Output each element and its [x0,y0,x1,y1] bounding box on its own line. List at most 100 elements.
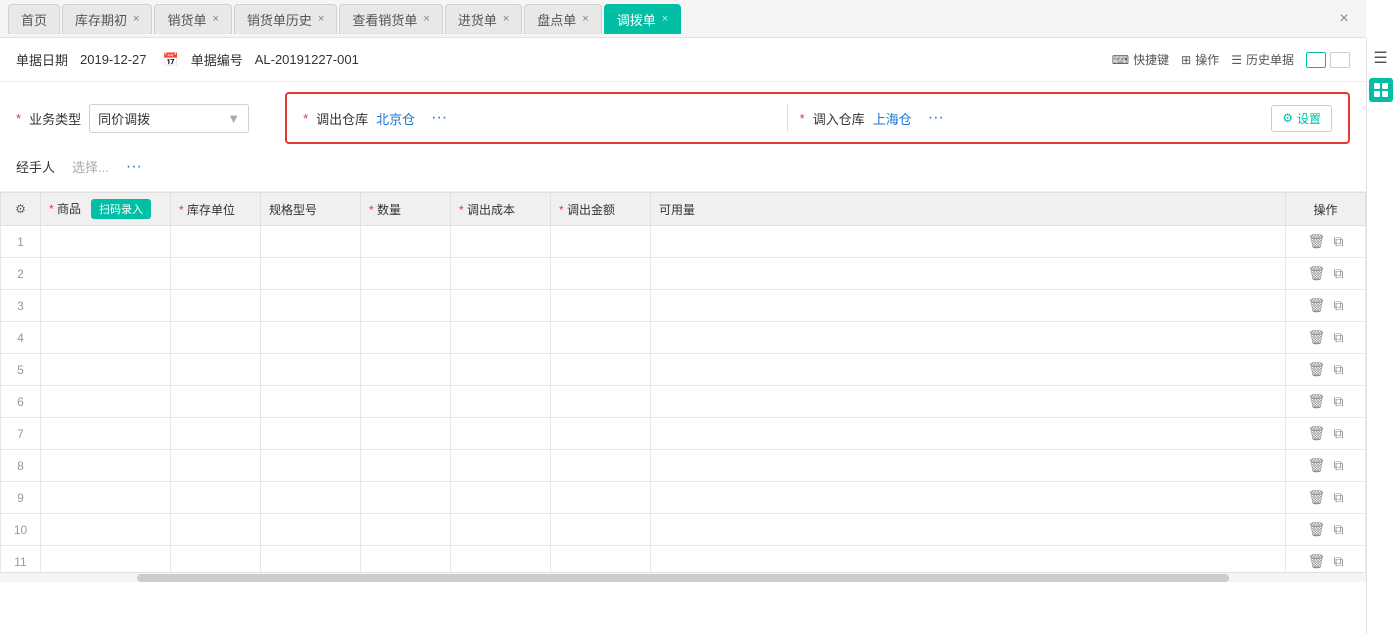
cell-qty[interactable] [361,226,451,258]
cell-available[interactable] [651,290,1286,322]
cell-available[interactable] [651,514,1286,546]
delete-icon[interactable]: 🗑 [1308,393,1326,410]
delete-icon[interactable]: 🗑 [1308,361,1326,378]
cell-cost[interactable] [451,482,551,514]
cell-product[interactable] [41,354,171,386]
horizontal-scrollbar[interactable] [0,572,1366,582]
delete-icon[interactable]: 🗑 [1308,425,1326,442]
business-type-select[interactable]: 同价调拨 ▼ [89,104,249,133]
cell-available[interactable] [651,450,1286,482]
cell-available[interactable] [651,354,1286,386]
copy-icon[interactable]: ⧉ [1333,265,1343,282]
cell-qty[interactable] [361,450,451,482]
copy-icon[interactable]: ⧉ [1333,233,1343,250]
cell-spec[interactable] [261,354,361,386]
operations-button[interactable]: ⊞ 操作 [1181,51,1219,68]
cell-available[interactable] [651,386,1286,418]
cell-available[interactable] [651,418,1286,450]
cell-product[interactable] [41,322,171,354]
person-more-button[interactable]: ··· [126,158,142,176]
warehouse-in-value[interactable]: 上海仓 [873,109,912,128]
tab-close-sales-order[interactable]: × [212,13,218,25]
tab-sales-order[interactable]: 销货单 × [154,4,231,34]
cell-unit[interactable] [171,322,261,354]
tab-close-sales-history[interactable]: × [318,13,324,25]
cell-unit[interactable] [171,290,261,322]
cell-cost[interactable] [451,322,551,354]
cell-spec[interactable] [261,450,361,482]
cell-unit[interactable] [171,226,261,258]
person-select[interactable]: 选择... [63,152,118,181]
cell-qty[interactable] [361,418,451,450]
copy-icon[interactable]: ⧉ [1333,297,1343,314]
cell-amount[interactable] [551,226,651,258]
sidebar-expand-icon[interactable] [1369,78,1393,102]
delete-icon[interactable]: 🗑 [1308,297,1326,314]
copy-icon[interactable]: ⧉ [1333,361,1343,378]
cell-spec[interactable] [261,514,361,546]
cell-spec[interactable] [261,546,361,573]
copy-icon[interactable]: ⧉ [1333,521,1343,538]
cell-spec[interactable] [261,322,361,354]
tab-close-view-sales[interactable]: × [423,13,429,25]
tab-view-sales[interactable]: 查看销货单 × [339,4,442,34]
tab-home[interactable]: 首页 [8,4,60,34]
settings-button[interactable]: ⚙ 设置 [1271,105,1332,132]
cell-product[interactable] [41,514,171,546]
cell-amount[interactable] [551,258,651,290]
cell-product[interactable] [41,482,171,514]
cell-available[interactable] [651,322,1286,354]
cell-amount[interactable] [551,386,651,418]
scroll-thumb[interactable] [137,574,1230,582]
delete-icon[interactable]: 🗑 [1308,553,1326,570]
cell-qty[interactable] [361,290,451,322]
tab-purchase-order[interactable]: 进货单 × [445,4,522,34]
tab-close-transfer[interactable]: × [662,13,668,25]
cell-unit[interactable] [171,354,261,386]
window-close-button[interactable]: × [1330,5,1358,33]
tab-inventory-count[interactable]: 盘点单 × [524,4,601,34]
cell-cost[interactable] [451,386,551,418]
cell-available[interactable] [651,482,1286,514]
delete-icon[interactable]: 🗑 [1308,521,1326,538]
cell-cost[interactable] [451,354,551,386]
calendar-icon[interactable]: 📅 [163,52,179,68]
cell-unit[interactable] [171,386,261,418]
cell-available[interactable] [651,546,1286,573]
cell-cost[interactable] [451,418,551,450]
copy-icon[interactable]: ⧉ [1333,489,1343,506]
cell-qty[interactable] [361,514,451,546]
cell-qty[interactable] [361,546,451,573]
tab-close-inventory-init[interactable]: × [133,13,139,25]
cell-amount[interactable] [551,354,651,386]
copy-icon[interactable]: ⧉ [1333,393,1343,410]
cell-product[interactable] [41,290,171,322]
layout-btn-2[interactable] [1330,52,1350,68]
cell-unit[interactable] [171,258,261,290]
shortcuts-button[interactable]: ⌨ 快捷键 [1112,51,1169,68]
cell-product[interactable] [41,546,171,573]
layout-btn-1[interactable] [1306,52,1326,68]
cell-unit[interactable] [171,514,261,546]
cell-cost[interactable] [451,546,551,573]
cell-amount[interactable] [551,290,651,322]
copy-icon[interactable]: ⧉ [1333,457,1343,474]
copy-icon[interactable]: ⧉ [1333,553,1343,570]
delete-icon[interactable]: 🗑 [1308,457,1326,474]
copy-icon[interactable]: ⧉ [1333,329,1343,346]
cell-amount[interactable] [551,482,651,514]
cell-product[interactable] [41,450,171,482]
cell-available[interactable] [651,258,1286,290]
cell-spec[interactable] [261,386,361,418]
cell-unit[interactable] [171,546,261,573]
scan-button[interactable]: 扫码录入 [91,199,151,219]
cell-spec[interactable] [261,482,361,514]
cell-qty[interactable] [361,322,451,354]
cell-available[interactable] [651,226,1286,258]
table-settings-icon[interactable]: ⚙ [15,202,26,216]
cell-product[interactable] [41,258,171,290]
cell-amount[interactable] [551,322,651,354]
delete-icon[interactable]: 🗑 [1308,233,1326,250]
cell-qty[interactable] [361,386,451,418]
cell-cost[interactable] [451,514,551,546]
